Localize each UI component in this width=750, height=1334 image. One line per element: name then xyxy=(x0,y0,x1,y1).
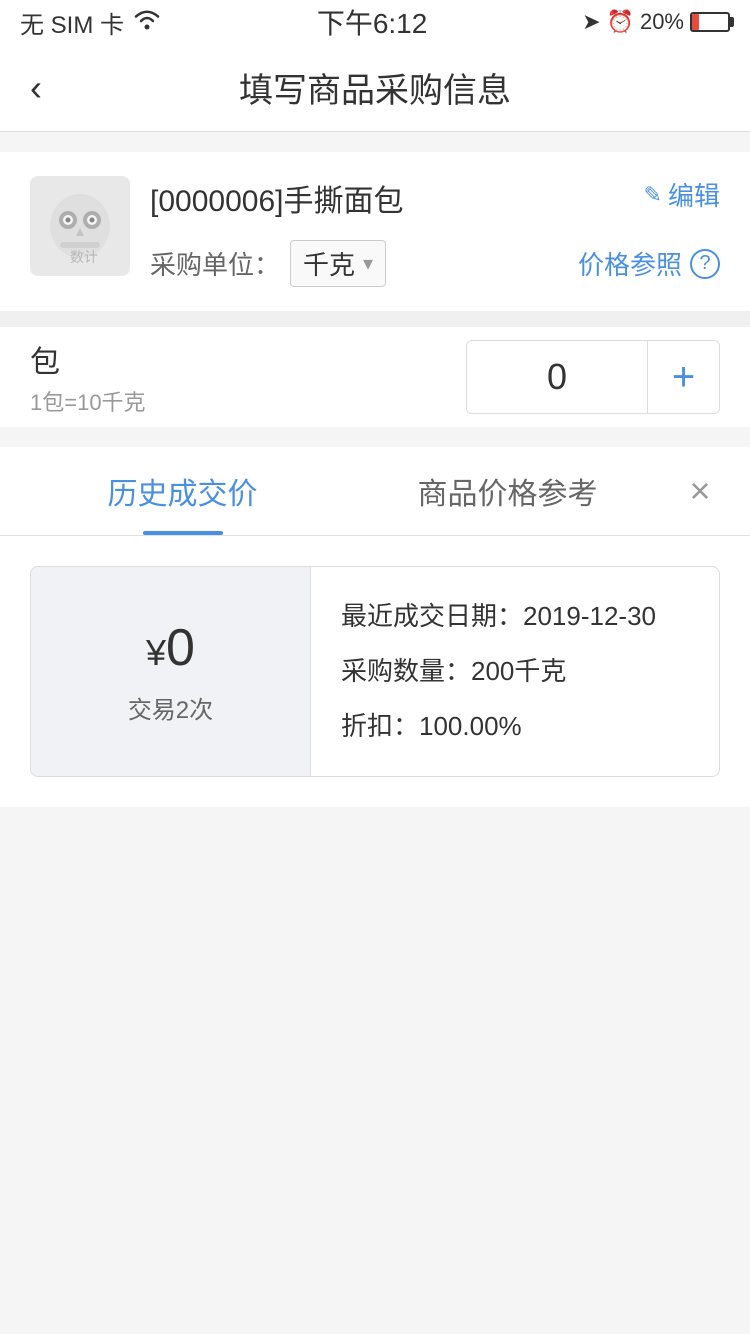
back-button[interactable]: ‹ xyxy=(0,67,72,109)
unit-row: 采购单位： 千克 ▾ 价格参照 ? xyxy=(150,240,720,287)
unit-select[interactable]: 千克 ▾ xyxy=(290,240,386,287)
price-ref-button[interactable]: 价格参照 ? xyxy=(578,245,720,282)
time-label: 下午6:12 xyxy=(317,2,428,42)
purchase-qty-value: 200千克 xyxy=(471,656,566,686)
tabs-header: 历史成交价 商品价格参考 × xyxy=(0,447,750,536)
transaction-count: 交易2次 xyxy=(128,690,213,725)
price-ref-label: 价格参照 xyxy=(578,245,682,282)
product-info: [0000006]手撕面包 ✎ 编辑 采购单位： 千克 ▾ 价格参照 ? xyxy=(150,176,720,287)
tab-product-price-ref[interactable]: 商品价格参考 xyxy=(345,447,670,535)
price-value: 0 xyxy=(166,619,195,677)
discount-value: 100.00% xyxy=(419,711,522,741)
unit-dropdown-arrow: ▾ xyxy=(363,251,373,276)
unit-value: 千克 xyxy=(303,245,355,282)
quantity-conversion: 1包=10千克 xyxy=(30,385,146,417)
product-card: 数计 [0000006]手撕面包 ✎ 编辑 采购单位： 千克 ▾ xyxy=(0,152,750,311)
tab-close-button[interactable]: × xyxy=(670,461,730,521)
carrier-label: 无 SIM 卡 xyxy=(20,5,124,40)
recent-date-row: 最近成交日期：2019-12-30 xyxy=(341,597,689,636)
quantity-input[interactable] xyxy=(467,341,647,413)
purchase-qty-label: 采购数量： xyxy=(341,656,471,686)
question-icon: ? xyxy=(690,249,720,279)
unit-label: 采购单位： xyxy=(150,245,280,282)
yen-symbol: ¥ xyxy=(146,632,166,673)
battery-percent: 20% xyxy=(640,9,684,35)
tab-content: ¥0 交易2次 最近成交日期：2019-12-30 采购数量：200千克 折扣：… xyxy=(0,536,750,807)
tab-active-indicator xyxy=(143,531,223,535)
purchase-qty-row: 采购数量：200千克 xyxy=(341,652,689,691)
svg-text:数计: 数计 xyxy=(70,250,98,266)
tabs-panel: 历史成交价 商品价格参考 × ¥0 交易2次 最近成交日期：2019-12-30… xyxy=(0,447,750,807)
divider-1 xyxy=(0,311,750,327)
discount-label: 折扣： xyxy=(341,711,419,741)
edit-icon: ✎ xyxy=(644,182,662,208)
status-right: ➤ ⏰ 20% xyxy=(582,9,730,35)
edit-label: 编辑 xyxy=(668,176,720,213)
recent-date-label: 最近成交日期： xyxy=(341,601,523,631)
nav-bar: ‹ 填写商品采购信息 xyxy=(0,44,750,132)
quantity-row: 包 1包=10千克 + xyxy=(0,327,750,427)
status-bar: 无 SIM 卡 下午6:12 ➤ ⏰ 20% xyxy=(0,0,750,44)
history-details: 最近成交日期：2019-12-30 采购数量：200千克 折扣：100.00% xyxy=(311,567,719,776)
product-name: [0000006]手撕面包 xyxy=(150,176,403,220)
status-left: 无 SIM 卡 xyxy=(20,5,162,40)
product-thumbnail: 数计 xyxy=(30,176,130,276)
recent-date-value: 2019-12-30 xyxy=(523,601,656,631)
alarm-icon: ⏰ xyxy=(607,9,634,35)
discount-row: 折扣：100.00% xyxy=(341,707,689,746)
quantity-unit-label: 包 xyxy=(30,337,146,381)
history-price-amount: ¥0 xyxy=(146,618,195,678)
battery-icon xyxy=(690,12,730,32)
edit-button[interactable]: ✎ 编辑 xyxy=(644,176,720,213)
tab-price-ref-label: 商品价格参考 xyxy=(418,469,598,513)
product-title-row: [0000006]手撕面包 ✎ 编辑 xyxy=(150,176,720,220)
quantity-control: + xyxy=(466,340,720,414)
wifi-icon xyxy=(132,8,162,37)
tab-history-label: 历史成交价 xyxy=(108,469,258,513)
quantity-plus-button[interactable]: + xyxy=(647,341,719,413)
history-price-left: ¥0 交易2次 xyxy=(31,567,311,776)
product-top: 数计 [0000006]手撕面包 ✎ 编辑 采购单位： 千克 ▾ xyxy=(30,176,720,287)
tab-history-price[interactable]: 历史成交价 xyxy=(20,447,345,535)
location-icon: ➤ xyxy=(582,9,600,35)
history-price-card: ¥0 交易2次 最近成交日期：2019-12-30 采购数量：200千克 折扣：… xyxy=(30,566,720,777)
quantity-left: 包 1包=10千克 xyxy=(30,337,146,417)
page-title: 填写商品采购信息 xyxy=(239,63,511,112)
